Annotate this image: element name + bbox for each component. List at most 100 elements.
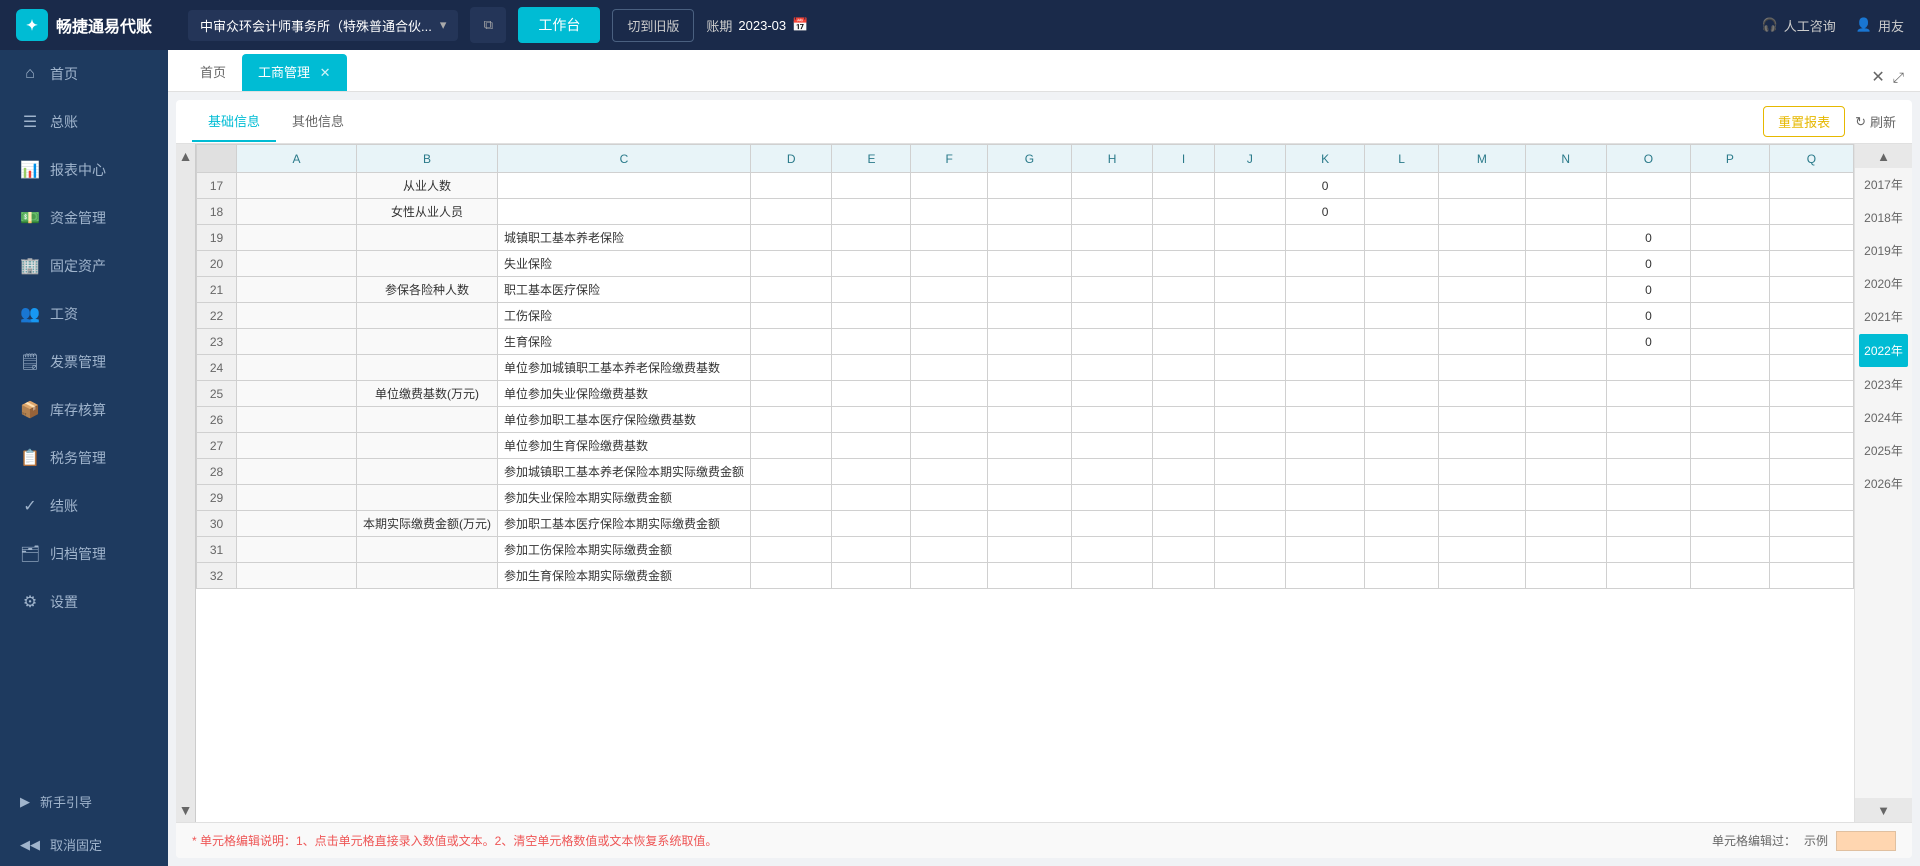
cell-30-f[interactable] (911, 511, 987, 537)
sidebar-item-finance[interactable]: 💵 资金管理 (0, 194, 168, 242)
cell-18-d[interactable] (751, 199, 832, 225)
cell-21-h[interactable] (1071, 277, 1152, 303)
cell-18-o[interactable] (1606, 199, 1690, 225)
cell-21-g[interactable] (987, 277, 1071, 303)
cell-17-f[interactable] (911, 173, 987, 199)
cell-28-o[interactable] (1606, 459, 1690, 485)
cell-27-m[interactable] (1439, 433, 1525, 459)
cell-29-d[interactable] (751, 485, 832, 511)
cell-26-k[interactable] (1286, 407, 1365, 433)
cell-28-q[interactable] (1769, 459, 1853, 485)
cell-29-o[interactable] (1606, 485, 1690, 511)
cell-32-q[interactable] (1769, 563, 1853, 589)
cell-25-j[interactable] (1214, 381, 1285, 407)
cell-27-q[interactable] (1769, 433, 1853, 459)
user-menu[interactable]: 👤 用友 (1856, 16, 1904, 35)
cell-17-q[interactable] (1769, 173, 1853, 199)
cell-29-b[interactable] (357, 485, 498, 511)
cell-26-d[interactable] (751, 407, 832, 433)
cell-31-q[interactable] (1769, 537, 1853, 563)
cell-17-j[interactable] (1214, 173, 1285, 199)
cell-22-e[interactable] (832, 303, 911, 329)
cell-19-g[interactable] (987, 225, 1071, 251)
sidebar-item-archive[interactable]: 🗂 归档管理 (0, 530, 168, 578)
cell-22-j[interactable] (1214, 303, 1285, 329)
cell-27-f[interactable] (911, 433, 987, 459)
cell-32-g[interactable] (987, 563, 1071, 589)
cell-30-e[interactable] (832, 511, 911, 537)
cell-32-j[interactable] (1214, 563, 1285, 589)
cell-20-f[interactable] (911, 251, 987, 277)
year-2017[interactable]: 2017年 (1855, 168, 1912, 201)
cell-26-l[interactable] (1365, 407, 1439, 433)
cell-20-a[interactable] (237, 251, 357, 277)
cell-31-f[interactable] (911, 537, 987, 563)
cell-31-l[interactable] (1365, 537, 1439, 563)
cell-30-g[interactable] (987, 511, 1071, 537)
sidebar-item-closing[interactable]: ✓ 结账 (0, 482, 168, 530)
cell-19-h[interactable] (1071, 225, 1152, 251)
cell-22-a[interactable] (237, 303, 357, 329)
cell-23-h[interactable] (1071, 329, 1152, 355)
cell-26-q[interactable] (1769, 407, 1853, 433)
oldver-button[interactable]: 切到旧版 (612, 9, 694, 42)
cell-26-e[interactable] (832, 407, 911, 433)
cell-19-j[interactable] (1214, 225, 1285, 251)
cell-27-b[interactable] (357, 433, 498, 459)
cell-19-f[interactable] (911, 225, 987, 251)
cell-24-e[interactable] (832, 355, 911, 381)
cell-31-p[interactable] (1690, 537, 1769, 563)
cell-28-l[interactable] (1365, 459, 1439, 485)
cell-22-h[interactable] (1071, 303, 1152, 329)
cell-30-d[interactable] (751, 511, 832, 537)
cell-23-l[interactable] (1365, 329, 1439, 355)
cell-21-c[interactable]: 职工基本医疗保险 (498, 277, 751, 303)
cell-18-j[interactable] (1214, 199, 1285, 225)
cell-21-n[interactable] (1525, 277, 1606, 303)
cell-18-l[interactable] (1365, 199, 1439, 225)
cell-31-c[interactable]: 参加工伤保险本期实际缴费金额 (498, 537, 751, 563)
cell-32-p[interactable] (1690, 563, 1769, 589)
cell-28-j[interactable] (1214, 459, 1285, 485)
cell-19-c[interactable]: 城镇职工基本养老保险 (498, 225, 751, 251)
cell-25-q[interactable] (1769, 381, 1853, 407)
cell-24-p[interactable] (1690, 355, 1769, 381)
cell-29-j[interactable] (1214, 485, 1285, 511)
cell-17-o[interactable] (1606, 173, 1690, 199)
cell-20-i[interactable] (1153, 251, 1214, 277)
cell-20-q[interactable] (1769, 251, 1853, 277)
cell-19-d[interactable] (751, 225, 832, 251)
cell-20-g[interactable] (987, 251, 1071, 277)
cell-28-c[interactable]: 参加城镇职工基本养老保险本期实际缴费金额 (498, 459, 751, 485)
sidebar-item-inventory[interactable]: 📦 库存核算 (0, 386, 168, 434)
cell-24-j[interactable] (1214, 355, 1285, 381)
cell-25-o[interactable] (1606, 381, 1690, 407)
cell-17-n[interactable] (1525, 173, 1606, 199)
cell-19-l[interactable] (1365, 225, 1439, 251)
cell-27-k[interactable] (1286, 433, 1365, 459)
cell-20-e[interactable] (832, 251, 911, 277)
cell-23-k[interactable] (1286, 329, 1365, 355)
expand-window-icon[interactable]: ⤢ (1893, 69, 1904, 86)
cell-29-q[interactable] (1769, 485, 1853, 511)
year-2019[interactable]: 2019年 (1855, 234, 1912, 267)
cell-18-e[interactable] (832, 199, 911, 225)
sidebar-item-ledger[interactable]: ☰ 总账 (0, 98, 168, 146)
cell-23-m[interactable] (1439, 329, 1525, 355)
cell-30-h[interactable] (1071, 511, 1152, 537)
cell-20-n[interactable] (1525, 251, 1606, 277)
cell-18-c[interactable] (498, 199, 751, 225)
cell-28-m[interactable] (1439, 459, 1525, 485)
cell-31-m[interactable] (1439, 537, 1525, 563)
cell-23-c[interactable]: 生育保险 (498, 329, 751, 355)
cell-22-g[interactable] (987, 303, 1071, 329)
cell-32-m[interactable] (1439, 563, 1525, 589)
sidebar-item-tax[interactable]: 📋 税务管理 (0, 434, 168, 482)
cell-24-i[interactable] (1153, 355, 1214, 381)
cell-18-f[interactable] (911, 199, 987, 225)
cell-31-k[interactable] (1286, 537, 1365, 563)
cell-24-g[interactable] (987, 355, 1071, 381)
calendar-icon[interactable]: 📅 (792, 17, 808, 33)
cell-26-j[interactable] (1214, 407, 1285, 433)
cell-27-p[interactable] (1690, 433, 1769, 459)
